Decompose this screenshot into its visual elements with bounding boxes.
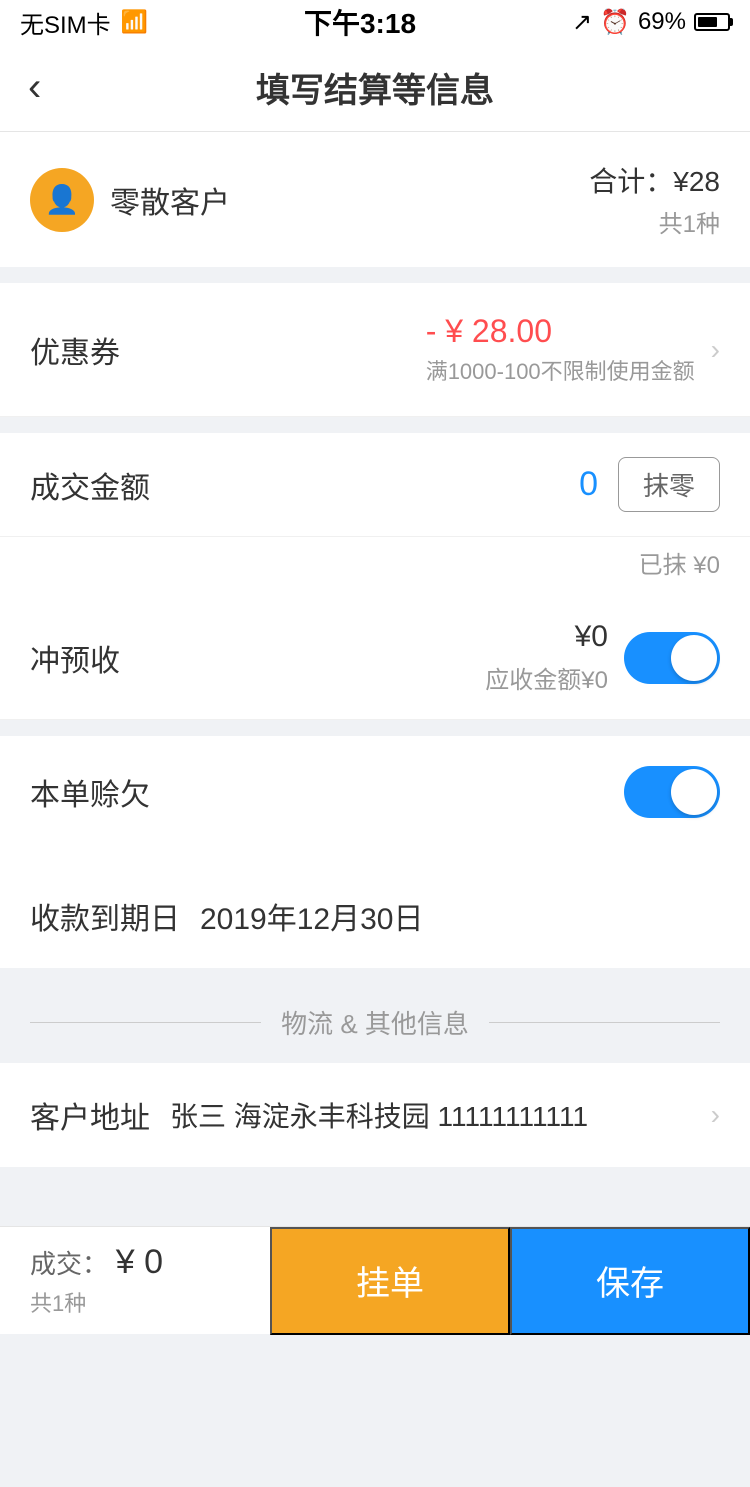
customer-total: 合计：¥28 共1种 bbox=[589, 160, 720, 239]
transaction-right: 0 抹零 bbox=[579, 457, 720, 512]
wifi-icon: 📶 bbox=[121, 9, 148, 35]
total-count: 共1种 bbox=[589, 204, 720, 239]
avatar-icon: 👤 bbox=[45, 183, 80, 216]
status-right: ↗ ⏰ 69% bbox=[572, 8, 730, 37]
status-time: 下午3:18 bbox=[304, 2, 416, 42]
location-icon: ↗ bbox=[572, 8, 592, 37]
address-value: 张三 海淀永丰科技园 11111111111 bbox=[170, 1095, 691, 1135]
bottom-deal-count: 共1种 bbox=[30, 1286, 240, 1318]
status-bar: 无SIM卡 📶 下午3:18 ↗ ⏰ 69% bbox=[0, 0, 750, 44]
debt-section: 本单赊欠 收款到期日 2019年12月30日 bbox=[0, 736, 750, 968]
already-rounded: 已抹 ¥0 bbox=[0, 537, 750, 596]
bottom-deal-label: 成交： bbox=[30, 1249, 108, 1279]
toggle-knob bbox=[671, 635, 717, 681]
nav-bar: ‹ 填写结算等信息 bbox=[0, 44, 750, 132]
customer-name: 零散客户 bbox=[110, 178, 230, 222]
logistics-title: 物流 & 其他信息 bbox=[281, 1004, 469, 1041]
coupon-label: 优惠券 bbox=[30, 328, 120, 372]
customer-row: 👤 零散客户 合计：¥28 共1种 bbox=[0, 132, 750, 267]
due-date-value: 2019年12月30日 bbox=[200, 894, 423, 938]
status-left: 无SIM卡 📶 bbox=[20, 5, 148, 40]
alarm-icon: ⏰ bbox=[600, 8, 630, 37]
battery-icon bbox=[694, 13, 730, 31]
pre-collection-row: 冲预收 ¥0 应收金额¥0 bbox=[0, 596, 750, 720]
due-date-label: 收款到期日 bbox=[30, 894, 180, 938]
transaction-section: 成交金额 0 抹零 已抹 ¥0 冲预收 ¥0 应收金额¥0 bbox=[0, 433, 750, 720]
customer-info: 👤 零散客户 bbox=[30, 168, 230, 232]
sim-text: 无SIM卡 bbox=[20, 5, 111, 40]
coupon-value: - ¥ 28.00 bbox=[426, 313, 695, 350]
back-button[interactable]: ‹ bbox=[28, 65, 41, 110]
coupon-desc: 满1000-100不限制使用金额 bbox=[426, 354, 695, 386]
bottom-deal-row: 成交： ¥ 0 bbox=[30, 1243, 240, 1282]
coupon-row[interactable]: 优惠券 - ¥ 28.00 满1000-100不限制使用金额 › bbox=[0, 283, 750, 417]
total-label: 合计：¥28 bbox=[589, 160, 720, 200]
logistics-line-left bbox=[30, 1022, 261, 1023]
bottom-bar: 成交： ¥ 0 共1种 挂单 保存 bbox=[0, 1226, 750, 1334]
coupon-value-block: - ¥ 28.00 满1000-100不限制使用金额 bbox=[426, 313, 695, 386]
coupon-right: - ¥ 28.00 满1000-100不限制使用金额 › bbox=[426, 313, 720, 386]
transaction-label: 成交金额 bbox=[30, 463, 150, 507]
page-title: 填写结算等信息 bbox=[256, 63, 494, 112]
round-button[interactable]: 抹零 bbox=[618, 457, 720, 512]
address-label: 客户地址 bbox=[30, 1093, 150, 1137]
bottom-left: 成交： ¥ 0 共1种 bbox=[0, 1243, 270, 1318]
battery-percent: 69% bbox=[638, 8, 686, 36]
pre-collection-label: 冲预收 bbox=[30, 636, 120, 680]
bottom-deal-amount: ¥ 0 bbox=[116, 1243, 163, 1281]
debt-label: 本单赊欠 bbox=[30, 770, 150, 814]
coupon-section: 优惠券 - ¥ 28.00 满1000-100不限制使用金额 › bbox=[0, 283, 750, 417]
pre-collection-toggle[interactable] bbox=[624, 632, 720, 684]
pre-collection-right: ¥0 应收金额¥0 bbox=[485, 620, 720, 695]
transaction-amount: 0 bbox=[579, 465, 598, 504]
pre-collection-amount: ¥0 bbox=[485, 620, 608, 654]
avatar: 👤 bbox=[30, 168, 94, 232]
logistics-header: 物流 & 其他信息 bbox=[0, 984, 750, 1061]
debt-row: 本单赊欠 bbox=[0, 736, 750, 848]
save-button[interactable]: 保存 bbox=[510, 1227, 750, 1335]
debt-toggle[interactable] bbox=[624, 766, 720, 818]
hang-button[interactable]: 挂单 bbox=[270, 1227, 510, 1335]
pre-collection-receivable: 应收金额¥0 bbox=[485, 660, 608, 695]
logistics-line-right bbox=[489, 1022, 720, 1023]
address-chevron-icon: › bbox=[711, 1099, 720, 1131]
transaction-row: 成交金额 0 抹零 bbox=[0, 433, 750, 537]
coupon-chevron-icon: › bbox=[711, 334, 720, 366]
address-row[interactable]: 客户地址 张三 海淀永丰科技园 11111111111 › bbox=[0, 1063, 750, 1167]
debt-toggle-knob bbox=[671, 769, 717, 815]
due-date-row: 收款到期日 2019年12月30日 bbox=[0, 864, 750, 968]
pre-collection-values: ¥0 应收金额¥0 bbox=[485, 620, 608, 695]
